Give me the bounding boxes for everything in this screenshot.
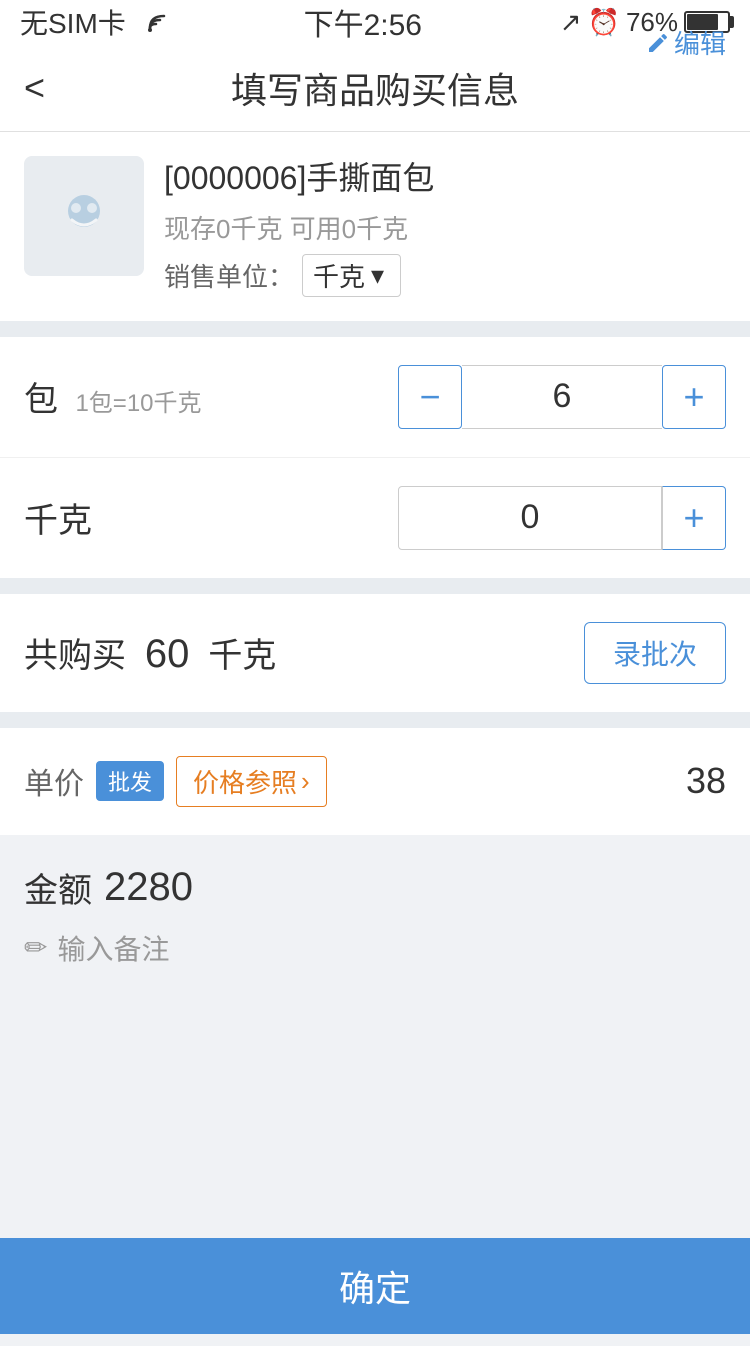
kg-input-row: 千克 + — [24, 458, 726, 578]
price-row: 单价 批发 价格参照 › 38 — [24, 756, 726, 807]
status-time: 下午2:56 — [304, 0, 422, 44]
note-placeholder: 输入备注 — [57, 928, 169, 968]
kg-label: 千克 — [24, 493, 398, 542]
product-name: [0000006]手撕面包 — [164, 156, 726, 201]
bao-input[interactable] — [462, 365, 662, 429]
price-label: 单价 — [24, 759, 84, 803]
page-title: 填写商品购买信息 — [231, 62, 519, 114]
bao-sublabel: 1包=10千克 — [75, 390, 201, 417]
confirm-button[interactable]: 确定 — [0, 1238, 750, 1334]
status-carrier: 无SIM卡 — [20, 2, 166, 42]
bao-minus-button[interactable]: − — [398, 365, 462, 429]
amount-value: 2280 — [104, 865, 193, 910]
pencil-icon: ✏ — [24, 931, 47, 964]
chevron-down-icon: ▾ — [371, 260, 384, 291]
kg-quantity-control: + — [398, 486, 726, 550]
divider-1 — [0, 321, 750, 337]
bao-plus-button[interactable]: + — [662, 365, 726, 429]
product-info: [0000006]手撕面包 现存0千克 可用0千克 销售单位： 千克 ▾ — [164, 156, 726, 297]
kg-section: 千克 + — [0, 458, 750, 578]
product-stock: 现存0千克 可用0千克 — [164, 209, 726, 246]
amount-label: 金额 — [24, 863, 92, 912]
batch-button[interactable]: 录批次 — [584, 622, 726, 684]
product-unit: 销售单位： 千克 ▾ — [164, 254, 726, 297]
location-icon: ↗ — [560, 7, 582, 38]
bao-section: 包 1包=10千克 − + — [0, 337, 750, 457]
kg-input[interactable] — [398, 486, 662, 550]
divider-2 — [0, 578, 750, 594]
price-ref-button[interactable]: 价格参照 › — [176, 756, 327, 807]
total-row: 共购买 60 千克 录批次 — [0, 594, 750, 712]
product-image — [24, 156, 144, 276]
unit-selector[interactable]: 千克 ▾ — [302, 254, 401, 297]
back-button[interactable]: < — [24, 67, 45, 109]
product-card: [0000006]手撕面包 现存0千克 可用0千克 销售单位： 千克 ▾ 编辑 — [0, 132, 750, 321]
total-value: 60 — [145, 632, 190, 676]
amount-section: 金额 2280 ✏ 输入备注 — [0, 835, 750, 996]
product-logo-icon — [54, 186, 114, 246]
bao-label: 包 1包=10千克 — [24, 372, 398, 421]
kg-plus-button[interactable]: + — [662, 486, 726, 550]
nav-bar: < 填写商品购买信息 — [0, 44, 750, 132]
edit-icon — [646, 31, 670, 55]
wifi-icon — [134, 10, 166, 34]
price-tag: 批发 — [96, 761, 164, 801]
alarm-icon: ⏰ — [588, 7, 620, 38]
total-label: 共购买 60 千克 — [24, 628, 276, 677]
divider-3 — [0, 712, 750, 728]
arrow-icon: › — [301, 766, 310, 797]
edit-button[interactable]: 编辑 — [646, 24, 726, 61]
price-value: 38 — [686, 760, 726, 802]
price-section: 单价 批发 价格参照 › 38 — [0, 728, 750, 835]
note-row[interactable]: ✏ 输入备注 — [24, 928, 726, 996]
amount-row: 金额 2280 — [24, 863, 726, 912]
bao-quantity-control: − + — [398, 365, 726, 429]
status-bar: 无SIM卡 下午2:56 ↗ ⏰ 76% — [0, 0, 750, 44]
bao-input-row: 包 1包=10千克 − + — [24, 337, 726, 457]
